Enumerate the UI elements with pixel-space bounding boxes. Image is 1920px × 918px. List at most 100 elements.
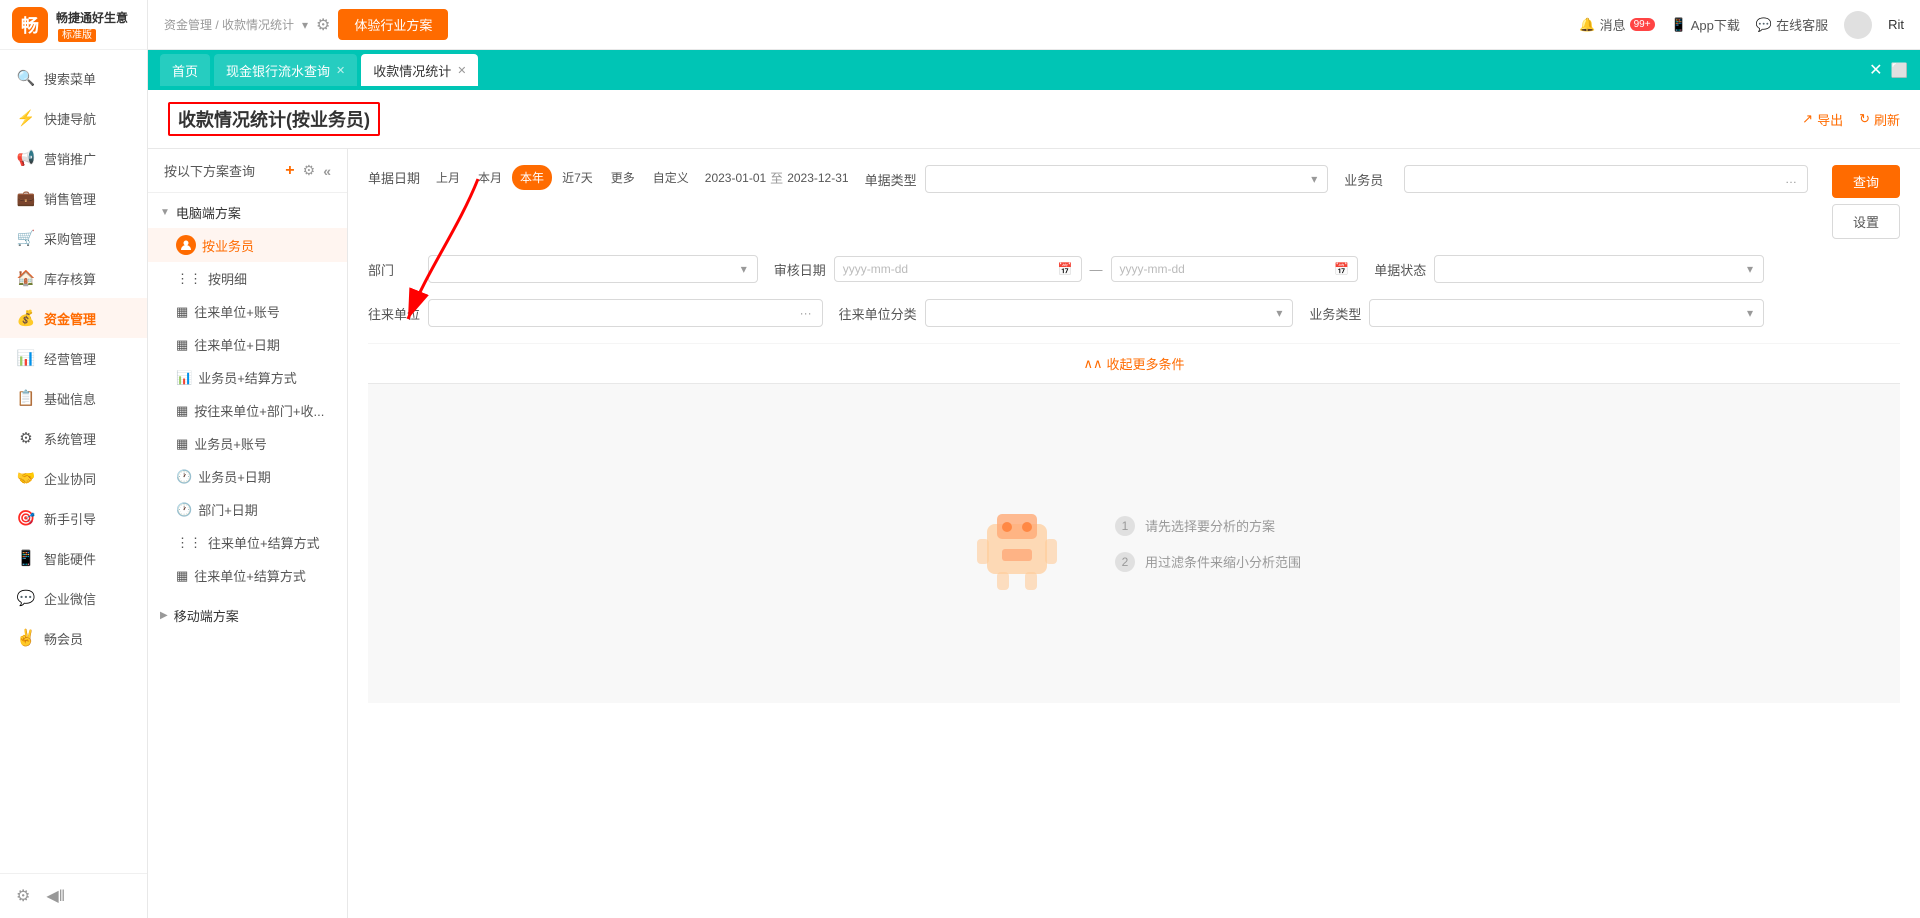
scheme-item-unit-settlement1[interactable]: ⋮⋮ 往来单位+结算方式	[148, 526, 347, 559]
sidebar-item-inventory[interactable]: 🏠 库存核算	[0, 258, 147, 298]
scheme-group-desktop-title[interactable]: ▼ 电脑端方案	[148, 197, 347, 228]
tab-bank-flow[interactable]: 现金银行流水查询 ✕	[214, 54, 357, 86]
tab-home[interactable]: 首页	[160, 54, 210, 86]
tab-collection-stats[interactable]: 收款情况统计 ✕	[361, 54, 478, 86]
step-1-text: 请先选择要分析的方案	[1145, 516, 1275, 535]
date-tab-this-month[interactable]: 本月	[470, 165, 510, 190]
sidebar-item-search-menu[interactable]: 🔍 搜索菜单	[0, 58, 147, 98]
header-dropdown-icon[interactable]: ▾	[302, 18, 308, 32]
scheme-collapse-button[interactable]: «	[323, 163, 331, 179]
scheme-add-button[interactable]: +	[285, 162, 294, 180]
sidebar-item-label: 新手引导	[44, 509, 96, 528]
online-service-item[interactable]: 💬 在线客服	[1756, 15, 1828, 34]
scheme-item-salesperson-date[interactable]: 🕐 业务员+日期	[148, 460, 347, 493]
sidebar-logo: 畅 畅捷通好生意 标准版	[0, 0, 147, 50]
sidebar-item-label: 资金管理	[44, 309, 96, 328]
status-select[interactable]: ▾	[1434, 255, 1764, 283]
salesperson-account-icon: ▦	[176, 436, 188, 452]
salesperson-label: 业务员	[1344, 170, 1396, 189]
operation-icon: 📊	[16, 348, 36, 368]
scheme-item-dept-date[interactable]: 🕐 部门+日期	[148, 493, 347, 526]
notification-item[interactable]: 🔔 消息 99+	[1579, 15, 1654, 34]
dept-label: 部门	[368, 260, 420, 279]
header-breadcrumb: 资金管理 / 收款情况统计	[164, 16, 294, 33]
scheme-item-by-salesperson[interactable]: 按业务员	[148, 228, 347, 262]
sidebar-item-sales[interactable]: 💼 销售管理	[0, 178, 147, 218]
user-name: Rit	[1888, 17, 1904, 32]
sidebar-item-quick-nav[interactable]: ⚡ 快捷导航	[0, 98, 147, 138]
content-area: 按以下方案查询 + ⚙ « ▼ 电脑端方案 按业务员	[148, 149, 1920, 918]
header-settings-icon[interactable]: ⚙	[316, 15, 330, 35]
sidebar-item-purchase[interactable]: 🛒 采购管理	[0, 218, 147, 258]
sidebar-item-guide[interactable]: 🎯 新手引导	[0, 498, 147, 538]
scheme-item-salesperson-account[interactable]: ▦ 业务员+账号	[148, 427, 347, 460]
scheme-settings-button[interactable]: ⚙	[303, 162, 316, 179]
settings-button[interactable]: 设置	[1832, 204, 1900, 239]
scheme-item-unit-dept[interactable]: ▦ 按往来单位+部门+收...	[148, 394, 347, 427]
logo-icon: 畅	[12, 7, 48, 43]
date-tab-last-month[interactable]: 上月	[428, 165, 468, 190]
scheme-header-title: 按以下方案查询	[164, 161, 255, 180]
scheme-group-mobile-title[interactable]: ▶ 移动端方案	[148, 600, 347, 631]
collapse-bar[interactable]: ∧∧ 收起更多条件	[368, 343, 1900, 383]
close-window-icon[interactable]: ✕	[1869, 60, 1882, 80]
robot-svg	[967, 494, 1067, 594]
page-title: 收款情况统计(按业务员)	[168, 102, 380, 136]
maximize-window-icon[interactable]: ⬜	[1891, 62, 1908, 79]
date-tab-more[interactable]: 更多	[603, 165, 643, 190]
filter-row-2: 部门 ▾ 审核日期 yyyy-mm-dd 📅 — yyyy-mm-dd	[368, 255, 1900, 283]
tab-bank-flow-close[interactable]: ✕	[336, 64, 345, 77]
query-button[interactable]: 查询	[1832, 165, 1900, 198]
scheme-item-unit-settlement2[interactable]: ▦ 往来单位+结算方式	[148, 559, 347, 592]
sidebar-settings-icon[interactable]: ⚙	[16, 886, 30, 906]
tab-collection-stats-close[interactable]: ✕	[457, 64, 466, 77]
header: 资金管理 / 收款情况统计 ▾ ⚙ 体验行业方案 🔔 消息 99+ 📱 App下…	[148, 0, 1920, 50]
sidebar-item-member[interactable]: ✌ 畅会员	[0, 618, 147, 658]
scheme-item-unit-account[interactable]: ▦ 往来单位+账号	[148, 295, 347, 328]
review-date-to[interactable]: yyyy-mm-dd 📅	[1111, 256, 1359, 282]
salesperson-select[interactable]: …	[1404, 165, 1808, 193]
sidebar-item-enterprise[interactable]: 🤝 企业协同	[0, 458, 147, 498]
trial-button[interactable]: 体验行业方案	[338, 9, 448, 40]
sidebar-item-basic-info[interactable]: 📋 基础信息	[0, 378, 147, 418]
unit-label: 往来单位	[368, 304, 420, 323]
sidebar-collapse-icon[interactable]: ◀‖	[46, 886, 65, 906]
scheme-item-unit-date[interactable]: ▦ 往来单位+日期	[148, 328, 347, 361]
sidebar-item-label: 搜索菜单	[44, 69, 96, 88]
user-avatar[interactable]	[1844, 11, 1872, 39]
scheme-group-desktop: ▼ 电脑端方案 按业务员 ⋮⋮ 按明细 ▦ 往来单位+账号	[148, 193, 347, 596]
scheme-item-label: 往来单位+日期	[194, 335, 280, 354]
scheme-item-label: 业务员+日期	[198, 467, 271, 486]
sidebar-item-label: 畅会员	[44, 629, 83, 648]
sidebar-item-system[interactable]: ⚙ 系统管理	[0, 418, 147, 458]
dept-select[interactable]: ▾	[428, 255, 758, 283]
sidebar-item-enterprise-wechat[interactable]: 💬 企业微信	[0, 578, 147, 618]
filter-unit: 往来单位 ···	[368, 299, 823, 327]
date-tab-7days[interactable]: 近7天	[554, 165, 601, 190]
biz-type-select[interactable]: ▾	[1369, 299, 1764, 327]
notification-icon: 🔔	[1579, 17, 1595, 33]
sidebar-item-smart-hw[interactable]: 📱 智能硬件	[0, 538, 147, 578]
unit-category-select[interactable]: ▾	[925, 299, 1294, 327]
voucher-type-label: 单据类型	[865, 170, 917, 189]
sidebar-item-operation[interactable]: 📊 经营管理	[0, 338, 147, 378]
detail-icon: ⋮⋮	[176, 271, 202, 287]
voucher-type-select[interactable]: ▾	[925, 165, 1329, 193]
refresh-button[interactable]: ↻ 刷新	[1859, 110, 1900, 129]
review-date-from[interactable]: yyyy-mm-dd 📅	[834, 256, 1082, 282]
date-tab-custom[interactable]: 自定义	[645, 165, 697, 190]
sidebar-item-marketing[interactable]: 📢 营销推广	[0, 138, 147, 178]
unit-settlement1-icon: ⋮⋮	[176, 535, 202, 551]
date-tab-this-year[interactable]: 本年	[512, 165, 552, 190]
sidebar-item-finance[interactable]: 💰 资金管理	[0, 298, 147, 338]
sidebar-item-label: 系统管理	[44, 429, 96, 448]
export-button[interactable]: ↗ 导出	[1802, 110, 1843, 129]
scheme-header-actions: + ⚙ «	[285, 162, 331, 180]
page-header: 收款情况统计(按业务员) ↗ 导出 ↻ 刷新	[148, 90, 1920, 149]
scheme-item-label: 按业务员	[202, 236, 254, 255]
scheme-item-salesperson-settlement[interactable]: 📊 业务员+结算方式	[148, 361, 347, 394]
app-download-item[interactable]: 📱 App下载	[1671, 15, 1740, 34]
unit-select[interactable]: ···	[428, 299, 823, 327]
date-range-sep: —	[1090, 262, 1103, 277]
scheme-item-by-detail[interactable]: ⋮⋮ 按明细	[148, 262, 347, 295]
